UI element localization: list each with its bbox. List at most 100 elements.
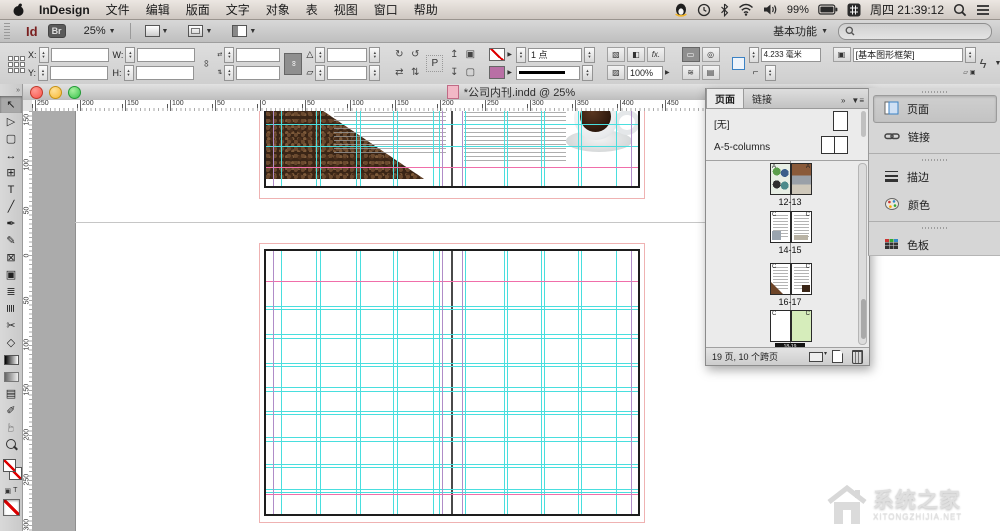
flip-vertical-button[interactable]: ⇅ xyxy=(408,67,422,78)
menu-clock[interactable]: 周四 21:39:12 xyxy=(870,1,944,18)
corner-shape-combo[interactable]: ▲ ▼ xyxy=(764,64,776,81)
x-field[interactable] xyxy=(50,47,109,62)
drop-shadow-button[interactable]: ▧ xyxy=(606,47,625,62)
rotation-stepper[interactable]: ▲ ▼ xyxy=(315,46,326,63)
x-stepper[interactable]: ▲ ▼ xyxy=(38,46,49,63)
wrap-object-shape-button[interactable]: ≋ xyxy=(681,65,700,80)
pages-scrollbar-thumb[interactable] xyxy=(861,299,866,339)
transparency-button[interactable]: ▨ xyxy=(606,65,625,80)
format-text-button[interactable]: T xyxy=(13,487,17,495)
edit-page-size-button[interactable] xyxy=(809,350,827,362)
spread-thumbnail[interactable]: CC xyxy=(770,263,812,295)
eyedropper-tool[interactable]: ✐ xyxy=(0,402,22,419)
page-thumbnail[interactable]: C xyxy=(770,310,791,342)
dock-item-stroke[interactable]: 描边 xyxy=(873,163,997,191)
volume-icon[interactable] xyxy=(763,3,778,16)
shear-stepper[interactable]: ▲ ▼ xyxy=(315,64,326,81)
input-method-icon[interactable] xyxy=(847,3,861,17)
zoom-tool[interactable] xyxy=(0,436,22,453)
panel-menu-icon[interactable]: ▼≡ xyxy=(851,96,864,105)
wifi-icon[interactable] xyxy=(738,3,754,16)
menu-item[interactable]: 对象 xyxy=(266,1,290,18)
select-container-button[interactable]: ↥ xyxy=(447,49,461,60)
break-link-style-icon[interactable]: ▱ xyxy=(963,69,968,76)
apple-menu-icon[interactable] xyxy=(12,3,25,17)
screen-mode-button[interactable]: ▼ xyxy=(184,23,216,39)
note-tool[interactable]: ▤ xyxy=(0,385,22,402)
free-transform-tool[interactable]: ◇ xyxy=(0,334,22,351)
shear-field[interactable] xyxy=(327,65,368,80)
w-field[interactable] xyxy=(137,47,196,62)
shear-combo[interactable]: ▲ ▼ xyxy=(369,64,381,81)
zoom-level-select[interactable]: 25% ▼ xyxy=(84,25,116,37)
stroke-swatch[interactable] xyxy=(489,48,506,61)
select-content-button[interactable]: ↧ xyxy=(447,67,461,78)
new-page-button[interactable] xyxy=(832,350,843,363)
w-stepper[interactable]: ▲ ▼ xyxy=(125,46,136,63)
clear-overrides-icon[interactable]: ▣ xyxy=(970,69,976,76)
select-previous-object-button[interactable]: ▣ xyxy=(463,49,477,60)
scale-x-field[interactable] xyxy=(236,47,281,62)
opacity-field[interactable]: 100% xyxy=(626,65,663,80)
object-effects-button[interactable]: ◧ xyxy=(626,47,645,62)
spread-thumbnail[interactable]: CC xyxy=(770,211,812,243)
corner-radius-field[interactable]: 4.233 毫米 xyxy=(760,47,821,62)
scale-y-stepper[interactable]: ▲ ▼ xyxy=(224,64,235,81)
page-tool[interactable]: ▢ xyxy=(0,130,22,147)
corner-radius-stepper[interactable]: ▲ ▼ xyxy=(748,46,759,63)
stroke-type-combo[interactable]: ▲ ▼ xyxy=(581,64,593,81)
stroke-weight-stepper[interactable]: ▲ ▼ xyxy=(515,46,526,63)
fill-swatch[interactable] xyxy=(489,66,506,79)
menu-item[interactable]: 编辑 xyxy=(146,1,170,18)
constrain-scale-link-button[interactable]: ∞ xyxy=(284,52,303,75)
fx-button[interactable]: fx. xyxy=(646,47,665,62)
hand-tool[interactable]: ☞ xyxy=(0,419,22,436)
menu-item[interactable]: 版面 xyxy=(186,1,210,18)
gradient-feather-tool[interactable] xyxy=(0,368,22,385)
page-thumbnail[interactable]: A xyxy=(791,163,812,195)
notification-list-icon[interactable] xyxy=(976,4,990,16)
menu-item[interactable]: 文件 xyxy=(106,1,130,18)
spread-thumbnail[interactable]: CC xyxy=(770,310,812,342)
opacity-arrow[interactable]: ▶ xyxy=(665,69,670,76)
fill-swatch[interactable] xyxy=(3,459,16,472)
reference-point-proxy[interactable] xyxy=(8,55,25,73)
object-style-combo[interactable]: ▲ ▼ xyxy=(964,46,976,63)
scissors-tool[interactable]: ✂ xyxy=(0,317,22,334)
bottom-spread-pages[interactable] xyxy=(264,249,640,516)
page-thumbnail[interactable]: C xyxy=(770,211,791,243)
spread-label[interactable]: 14-15 xyxy=(760,245,820,255)
page-thumbnail[interactable]: C xyxy=(791,263,812,295)
gap-tool[interactable]: ↔ xyxy=(0,147,22,164)
spread-label[interactable]: 16-17 xyxy=(760,297,820,307)
rotate-ccw-button[interactable]: ↺ xyxy=(408,49,422,60)
menu-item[interactable]: 表 xyxy=(306,1,318,18)
page-thumbnail[interactable]: A xyxy=(770,163,791,195)
dock-item-links[interactable]: 链接 xyxy=(873,123,997,151)
spread-thumbnail[interactable]: AA xyxy=(770,163,812,195)
fill-stroke-swatches[interactable] xyxy=(0,457,22,487)
pen-tool[interactable]: ✒ xyxy=(0,215,22,232)
collapse-panel-icon[interactable]: » xyxy=(841,96,845,105)
menu-item[interactable]: 帮助 xyxy=(414,1,438,18)
scale-y-field[interactable] xyxy=(236,65,281,80)
bluetooth-icon[interactable] xyxy=(720,3,729,17)
arrange-documents-button[interactable]: ▼ xyxy=(228,23,260,39)
fill-swatch-arrow[interactable]: ▶ xyxy=(507,69,512,76)
dock-item-swatches[interactable]: 色板 xyxy=(873,231,997,259)
y-stepper[interactable]: ▲ ▼ xyxy=(38,64,49,81)
search-input[interactable] xyxy=(838,22,992,40)
stroke-type-dropdown[interactable] xyxy=(515,65,580,80)
line-tool[interactable]: ╱ xyxy=(0,198,22,215)
flip-horizontal-button[interactable]: ⇄ xyxy=(392,67,406,78)
workspace-switcher[interactable]: 基本功能 ▼ xyxy=(773,23,828,39)
page-thumbnail[interactable]: C xyxy=(770,263,791,295)
wrap-jump-button[interactable]: ▤ xyxy=(701,65,720,80)
app-menu-indesign[interactable]: InDesign xyxy=(39,3,90,17)
delete-page-button[interactable] xyxy=(852,349,863,364)
menu-item[interactable]: 视图 xyxy=(334,1,358,18)
constrain-wh-link-icon[interactable]: ∞ xyxy=(201,57,212,71)
pencil-tool[interactable]: ✎ xyxy=(0,232,22,249)
selection-tool[interactable]: ↖ xyxy=(0,96,22,113)
tab-pages[interactable]: 页面 xyxy=(706,88,744,108)
